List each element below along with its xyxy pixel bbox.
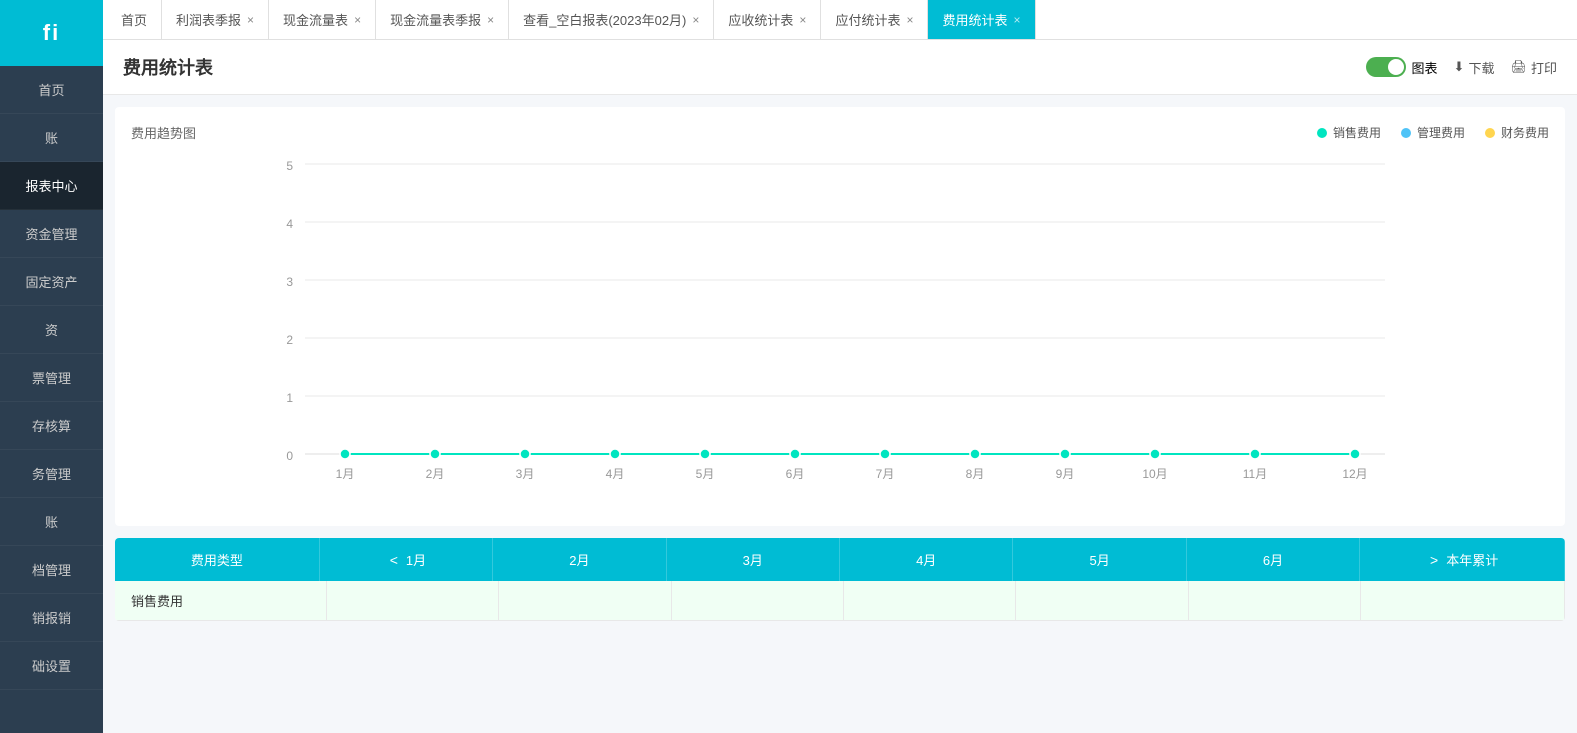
tab-expense-stats[interactable]: 费用统计表 × bbox=[928, 0, 1035, 40]
svg-text:1: 1 bbox=[286, 391, 293, 405]
page-header: 费用统计表 图表 ⬇ 下载 🖨 打印 bbox=[103, 40, 1577, 95]
svg-text:5: 5 bbox=[286, 159, 293, 173]
print-button[interactable]: 🖨 打印 bbox=[1510, 58, 1557, 77]
tab-payable-stats[interactable]: 应付统计表 × bbox=[821, 0, 928, 40]
tab-close-expense-stats[interactable]: × bbox=[1013, 13, 1020, 27]
td-m4 bbox=[844, 581, 1016, 620]
td-ytd bbox=[1361, 581, 1565, 620]
legend-dot-mgmt bbox=[1401, 128, 1411, 138]
td-m5 bbox=[1016, 581, 1188, 620]
svg-text:11月: 11月 bbox=[1243, 467, 1267, 481]
table-row: 销售费用 bbox=[115, 581, 1565, 621]
tab-close-cashflow[interactable]: × bbox=[354, 13, 361, 27]
svg-text:12月: 12月 bbox=[1342, 467, 1367, 481]
sidebar: fi 首页 账 报表中心 资金管理 固定资产 资 票管理 存核算 务管理 账 档… bbox=[0, 0, 103, 733]
sidebar-item-writeoff[interactable]: 销报销 bbox=[0, 594, 103, 642]
table-next-button[interactable]: > bbox=[1426, 552, 1442, 568]
chart-toggle-label: 图表 bbox=[1412, 58, 1438, 77]
sidebar-item-service[interactable]: 务管理 bbox=[0, 450, 103, 498]
header-actions: 图表 ⬇ 下载 🖨 打印 bbox=[1366, 57, 1557, 77]
tab-close-payable-stats[interactable]: × bbox=[906, 13, 913, 27]
svg-text:7月: 7月 bbox=[876, 467, 895, 481]
sidebar-item-account[interactable]: 账 bbox=[0, 114, 103, 162]
sidebar-item-report-center[interactable]: 报表中心 bbox=[0, 162, 103, 210]
table-header: 费用类型 < 1月 2月 3月 4月 5月 6月 > 本年累计 bbox=[115, 538, 1565, 581]
svg-text:9月: 9月 bbox=[1056, 467, 1075, 481]
svg-text:1月: 1月 bbox=[336, 467, 355, 481]
th-m6: 6月 bbox=[1187, 538, 1360, 581]
legend-dot-finance bbox=[1485, 128, 1495, 138]
chart-area: 5 4 3 2 1 0 bbox=[131, 150, 1549, 510]
svg-text:8月: 8月 bbox=[966, 467, 985, 481]
print-label: 打印 bbox=[1531, 58, 1557, 77]
content-area: 费用统计表 图表 ⬇ 下载 🖨 打印 费用趋势图 bbox=[103, 40, 1577, 733]
chart-title: 费用趋势图 bbox=[131, 123, 196, 142]
svg-text:2: 2 bbox=[286, 333, 293, 347]
th-nav-prev[interactable]: < 1月 bbox=[320, 538, 493, 581]
svg-text:3月: 3月 bbox=[516, 467, 535, 481]
legend-mgmt: 管理费用 bbox=[1401, 124, 1465, 141]
expense-table: 费用类型 < 1月 2月 3月 4月 5月 6月 > 本年累计 销售费用 bbox=[115, 538, 1565, 621]
chart-section: 费用趋势图 销售费用 管理费用 财务费用 bbox=[115, 107, 1565, 526]
tab-cashflow[interactable]: 现金流量表 × bbox=[269, 0, 376, 40]
td-m2 bbox=[499, 581, 671, 620]
svg-text:4: 4 bbox=[286, 217, 293, 231]
sidebar-item-settings[interactable]: 础设置 bbox=[0, 642, 103, 690]
tab-cashflow-quarterly[interactable]: 现金流量表季报 × bbox=[376, 0, 509, 40]
th-m3: 3月 bbox=[667, 538, 840, 581]
tab-close-profit-quarterly[interactable]: × bbox=[247, 13, 254, 27]
print-icon: 🖨 bbox=[1510, 59, 1527, 75]
svg-text:6月: 6月 bbox=[786, 467, 805, 481]
sidebar-item-home[interactable]: 首页 bbox=[0, 66, 103, 114]
legend-dot-sales bbox=[1317, 128, 1327, 138]
tab-receivable-stats[interactable]: 应收统计表 × bbox=[714, 0, 821, 40]
td-type: 销售费用 bbox=[115, 581, 327, 620]
tab-close-cashflow-quarterly[interactable]: × bbox=[487, 13, 494, 27]
sidebar-item-investment[interactable]: 资 bbox=[0, 306, 103, 354]
sidebar-item-archive[interactable]: 档管理 bbox=[0, 546, 103, 594]
chart-legend: 销售费用 管理费用 财务费用 bbox=[1317, 124, 1549, 141]
th-m2: 2月 bbox=[493, 538, 666, 581]
svg-text:0: 0 bbox=[286, 449, 293, 463]
svg-text:5月: 5月 bbox=[696, 467, 715, 481]
page-title: 费用统计表 bbox=[123, 54, 213, 80]
svg-text:10月: 10月 bbox=[1142, 467, 1167, 481]
th-m4: 4月 bbox=[840, 538, 1013, 581]
sidebar-item-fixed-assets[interactable]: 固定资产 bbox=[0, 258, 103, 306]
tab-home[interactable]: 首页 bbox=[107, 0, 162, 40]
legend-label-finance: 财务费用 bbox=[1501, 124, 1549, 141]
legend-label-mgmt: 管理费用 bbox=[1417, 124, 1465, 141]
td-m1 bbox=[327, 581, 499, 620]
sidebar-item-invoice[interactable]: 票管理 bbox=[0, 354, 103, 402]
tab-blank-report[interactable]: 查看_空白报表(2023年02月) × bbox=[509, 0, 714, 40]
main-area: 首页 利润表季报 × 现金流量表 × 现金流量表季报 × 查看_空白报表(202… bbox=[103, 0, 1577, 733]
tab-close-receivable-stats[interactable]: × bbox=[799, 13, 806, 27]
th-m5: 5月 bbox=[1013, 538, 1186, 581]
chart-toggle-wrap: 图表 bbox=[1366, 57, 1438, 77]
tab-close-blank-report[interactable]: × bbox=[692, 13, 699, 27]
legend-sales: 销售费用 bbox=[1317, 124, 1381, 141]
download-button[interactable]: ⬇ 下载 bbox=[1454, 58, 1495, 77]
svg-text:4月: 4月 bbox=[606, 467, 625, 481]
legend-finance: 财务费用 bbox=[1485, 124, 1549, 141]
table-prev-button[interactable]: < bbox=[386, 552, 402, 568]
sidebar-item-payable[interactable]: 账 bbox=[0, 498, 103, 546]
th-nav-next[interactable]: > 本年累计 bbox=[1360, 538, 1565, 581]
download-icon: ⬇ bbox=[1454, 59, 1465, 75]
td-m3 bbox=[672, 581, 844, 620]
svg-text:2月: 2月 bbox=[426, 467, 445, 481]
td-m6 bbox=[1189, 581, 1361, 620]
svg-text:3: 3 bbox=[286, 275, 293, 289]
tab-profit-quarterly[interactable]: 利润表季报 × bbox=[162, 0, 269, 40]
th-type: 费用类型 bbox=[115, 538, 320, 581]
legend-label-sales: 销售费用 bbox=[1333, 124, 1381, 141]
chart-svg: 5 4 3 2 1 0 bbox=[131, 150, 1549, 510]
app-logo: fi bbox=[0, 0, 103, 66]
download-label: 下载 bbox=[1468, 58, 1494, 77]
tab-bar: 首页 利润表季报 × 现金流量表 × 现金流量表季报 × 查看_空白报表(202… bbox=[103, 0, 1577, 40]
sidebar-item-fund[interactable]: 资金管理 bbox=[0, 210, 103, 258]
sidebar-item-inventory[interactable]: 存核算 bbox=[0, 402, 103, 450]
chart-toggle[interactable] bbox=[1366, 57, 1406, 77]
